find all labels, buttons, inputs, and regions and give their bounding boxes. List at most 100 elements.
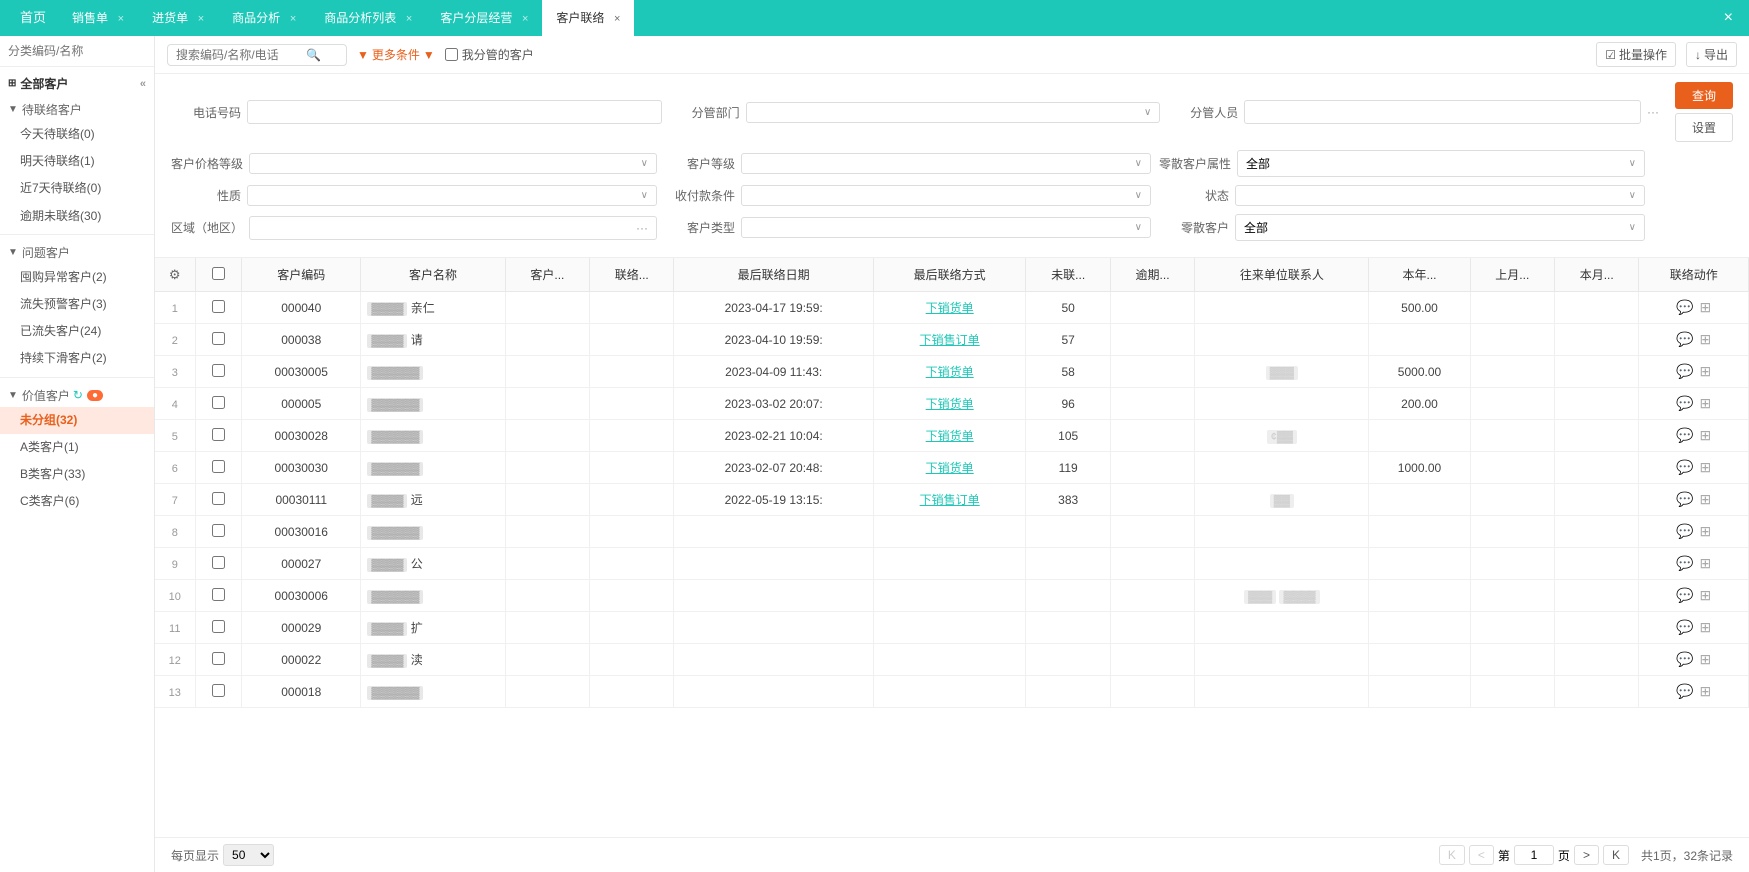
close-tab-customer-contact-icon[interactable]: × (614, 13, 620, 25)
message-action-icon[interactable]: 💬 (1676, 523, 1693, 540)
grid-action-icon[interactable]: ⊞ (1700, 683, 1712, 700)
grid-action-icon[interactable]: ⊞ (1700, 619, 1712, 636)
close-tab-product-list-icon[interactable]: × (406, 13, 412, 25)
nav-tab-sales[interactable]: 销售单 × (58, 0, 138, 36)
sidebar-item-churned[interactable]: 已流失客户(24) (0, 318, 154, 345)
grid-action-icon[interactable]: ⊞ (1700, 363, 1712, 380)
nav-tab-purchase[interactable]: 进货单 × (138, 0, 218, 36)
refresh-icon[interactable]: ↻ (73, 388, 83, 402)
nav-tab-product-list[interactable]: 商品分析列表 × (310, 0, 426, 36)
close-tab-product-analysis-icon[interactable]: × (290, 13, 296, 25)
row-checkbox[interactable] (195, 644, 242, 676)
manager-input[interactable] (1244, 100, 1641, 124)
row-select-checkbox[interactable] (212, 524, 225, 537)
row-checkbox[interactable] (195, 580, 242, 612)
row-select-checkbox[interactable] (212, 332, 225, 345)
grid-action-icon[interactable]: ⊞ (1700, 395, 1712, 412)
sidebar-item-churn-warning[interactable]: 流失预警客户(3) (0, 291, 154, 318)
row-select-checkbox[interactable] (212, 652, 225, 665)
row-checkbox[interactable] (195, 356, 242, 388)
nav-tab-product-analysis[interactable]: 商品分析 × (218, 0, 310, 36)
row-select-checkbox[interactable] (212, 364, 225, 377)
last-page-btn[interactable]: K (1603, 845, 1629, 865)
sidebar-collapse-icon[interactable]: « (140, 78, 146, 90)
sidebar-search-input[interactable] (8, 44, 155, 58)
message-action-icon[interactable]: 💬 (1676, 619, 1693, 636)
nav-tab-customer-contact[interactable]: 客户联络 × (542, 0, 634, 36)
message-action-icon[interactable]: 💬 (1676, 587, 1693, 604)
manager-more-icon[interactable]: ··· (1647, 105, 1659, 119)
window-close-icon[interactable]: × (1716, 9, 1741, 27)
region-more-icon[interactable]: ··· (636, 221, 648, 235)
filter-search-icon[interactable]: 🔍 (306, 48, 321, 62)
nav-home[interactable]: 首页 (8, 0, 58, 36)
sidebar-item-class-b[interactable]: B类客户(33) (0, 461, 154, 488)
row-checkbox[interactable] (195, 676, 242, 708)
row-checkbox[interactable] (195, 324, 242, 356)
region-select[interactable]: ··· (249, 216, 657, 240)
customer-grade-select[interactable]: ∨ (741, 153, 1151, 174)
prev-page-btn[interactable]: < (1469, 845, 1494, 865)
last-method-link[interactable]: 下销货单 (926, 397, 974, 411)
row-select-checkbox[interactable] (212, 460, 225, 473)
batch-ops-btn[interactable]: ☑ 批量操作 (1596, 42, 1676, 67)
sidebar-item-class-c[interactable]: C类客户(6) (0, 488, 154, 515)
my-customers-check[interactable] (445, 48, 458, 61)
row-checkbox[interactable] (195, 292, 242, 324)
row-checkbox[interactable] (195, 548, 242, 580)
customer-type-select[interactable]: ∨ (741, 217, 1151, 238)
per-page-select[interactable]: 50 100 200 (223, 844, 274, 866)
col-setting[interactable]: ⚙ (155, 258, 195, 292)
phone-input[interactable] (247, 100, 662, 124)
column-setting-icon[interactable]: ⚙ (169, 267, 181, 282)
last-method-link[interactable]: 下销货单 (926, 301, 974, 315)
message-action-icon[interactable]: 💬 (1676, 299, 1693, 316)
more-conditions-btn[interactable]: ▼ 更多条件 ▼ (357, 46, 435, 63)
close-tab-sales-icon[interactable]: × (118, 13, 124, 25)
row-checkbox[interactable] (195, 484, 242, 516)
all-customers-header[interactable]: ⊞ 全部客户 « (0, 67, 154, 96)
col-checkbox[interactable] (195, 258, 242, 292)
last-method-link[interactable]: 下销货单 (926, 461, 974, 475)
scatter-attr-select[interactable]: 全部 ∨ (1237, 150, 1645, 177)
sidebar-item-ungroup[interactable]: 未分组(32) (0, 407, 154, 434)
row-select-checkbox[interactable] (212, 620, 225, 633)
row-checkbox[interactable] (195, 516, 242, 548)
grid-action-icon[interactable]: ⊞ (1700, 299, 1712, 316)
last-method-link[interactable]: 下销售订单 (920, 333, 980, 347)
row-select-checkbox[interactable] (212, 684, 225, 697)
message-action-icon[interactable]: 💬 (1676, 683, 1693, 700)
search-button[interactable]: 查询 (1675, 82, 1733, 109)
last-method-link[interactable]: 下销售订单 (920, 493, 980, 507)
my-customers-checkbox[interactable]: 我分管的客户 (445, 46, 534, 63)
message-action-icon[interactable]: 💬 (1676, 459, 1693, 476)
group-pending-contact[interactable]: ▼ 待联络客户 (0, 96, 154, 121)
group-problem-customers[interactable]: ▼ 问题客户 (0, 239, 154, 264)
message-action-icon[interactable]: 💬 (1676, 491, 1693, 508)
sidebar-item-tomorrow-pending[interactable]: 明天待联络(1) (0, 148, 154, 175)
next-page-btn[interactable]: > (1574, 845, 1599, 865)
message-action-icon[interactable]: 💬 (1676, 651, 1693, 668)
row-checkbox[interactable] (195, 388, 242, 420)
message-action-icon[interactable]: 💬 (1676, 427, 1693, 444)
scatter-select[interactable]: 全部 ∨ (1235, 214, 1645, 241)
grid-action-icon[interactable]: ⊞ (1700, 555, 1712, 572)
sidebar-item-declining[interactable]: 持续下滑客户(2) (0, 345, 154, 372)
row-checkbox[interactable] (195, 420, 242, 452)
row-select-checkbox[interactable] (212, 588, 225, 601)
message-action-icon[interactable]: 💬 (1676, 555, 1693, 572)
first-page-btn[interactable]: K (1439, 845, 1465, 865)
sidebar-item-hoard-abnormal[interactable]: 囤购异常客户(2) (0, 264, 154, 291)
sidebar-item-7days-pending[interactable]: 近7天待联络(0) (0, 175, 154, 202)
price-grade-select[interactable]: ∨ (249, 153, 657, 174)
row-checkbox[interactable] (195, 612, 242, 644)
export-btn[interactable]: ↓ 导出 (1686, 42, 1737, 67)
grid-action-icon[interactable]: ⊞ (1700, 587, 1712, 604)
nature-select[interactable]: ∨ (247, 185, 657, 206)
message-action-icon[interactable]: 💬 (1676, 395, 1693, 412)
select-all-checkbox[interactable] (212, 267, 225, 280)
grid-action-icon[interactable]: ⊞ (1700, 459, 1712, 476)
filter-search-input[interactable] (176, 48, 306, 62)
row-select-checkbox[interactable] (212, 428, 225, 441)
dept-select[interactable]: ∨ (746, 102, 1161, 123)
